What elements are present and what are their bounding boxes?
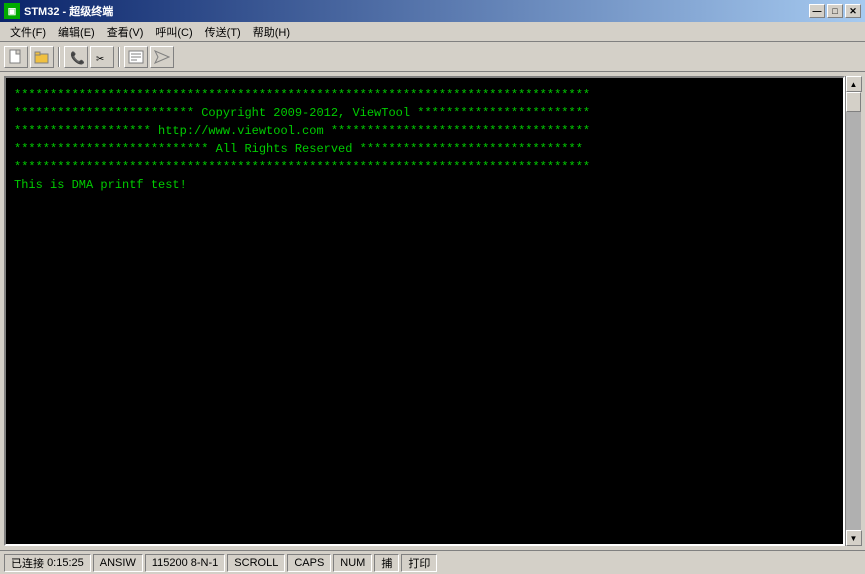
scroll-down-button[interactable]: ▼	[846, 530, 862, 546]
menu-help[interactable]: 帮助(H)	[247, 22, 296, 42]
toolbar: 📞 ✂	[0, 42, 865, 72]
toolbar-sep-2	[118, 47, 120, 67]
minimize-button[interactable]: —	[809, 4, 825, 18]
menu-transfer[interactable]: 传送(T)	[199, 22, 247, 42]
menu-bar: 文件(F) 编辑(E) 查看(V) 呼叫(C) 传送(T) 帮助(H)	[0, 22, 865, 42]
new-button[interactable]	[4, 46, 28, 68]
title-bar: ▣ STM32 - 超级终端 — □ ✕	[0, 0, 865, 22]
status-num: NUM	[333, 554, 372, 572]
title-buttons: — □ ✕	[809, 4, 861, 18]
disconnect-icon: ✂	[94, 49, 110, 65]
main-area: ****************************************…	[0, 72, 865, 550]
scroll-track[interactable]	[846, 92, 861, 530]
title-bar-left: ▣ STM32 - 超级终端	[4, 3, 113, 19]
toolbar-sep-1	[58, 47, 60, 67]
send-button[interactable]	[150, 46, 174, 68]
status-bar: 已连接 0:15:25 ANSIW 115200 8-N-1 SCROLL CA…	[0, 550, 865, 574]
title-text: STM32 - 超级终端	[24, 3, 113, 19]
menu-call[interactable]: 呼叫(C)	[149, 22, 198, 42]
menu-view[interactable]: 查看(V)	[101, 22, 150, 42]
call-icon: 📞	[68, 49, 84, 65]
status-caps: CAPS	[287, 554, 331, 572]
properties-button[interactable]	[124, 46, 148, 68]
status-print: 打印	[401, 554, 437, 572]
menu-file[interactable]: 文件(F)	[4, 22, 52, 42]
status-scroll: SCROLL	[227, 554, 285, 572]
app-icon: ▣	[4, 3, 20, 19]
close-button[interactable]: ✕	[845, 4, 861, 18]
terminal[interactable]: ****************************************…	[4, 76, 845, 546]
send-icon	[154, 49, 170, 65]
status-capture: 捕	[374, 554, 399, 572]
open-button[interactable]	[30, 46, 54, 68]
call-button[interactable]: 📞	[64, 46, 88, 68]
scrollbar: ▲ ▼	[845, 76, 861, 546]
status-baud: 115200 8-N-1	[145, 554, 225, 572]
disconnect-button[interactable]: ✂	[90, 46, 114, 68]
menu-edit[interactable]: 编辑(E)	[52, 22, 101, 42]
scroll-up-button[interactable]: ▲	[846, 76, 862, 92]
properties-icon	[128, 49, 144, 65]
status-encoding: ANSIW	[93, 554, 143, 572]
svg-text:✂: ✂	[96, 54, 104, 65]
terminal-content: ****************************************…	[6, 78, 843, 202]
scroll-thumb[interactable]	[846, 92, 861, 112]
new-icon	[8, 49, 24, 65]
open-icon	[34, 49, 50, 65]
maximize-button[interactable]: □	[827, 4, 843, 18]
status-connection: 已连接 0:15:25	[4, 554, 91, 572]
svg-text:📞: 📞	[70, 50, 84, 65]
